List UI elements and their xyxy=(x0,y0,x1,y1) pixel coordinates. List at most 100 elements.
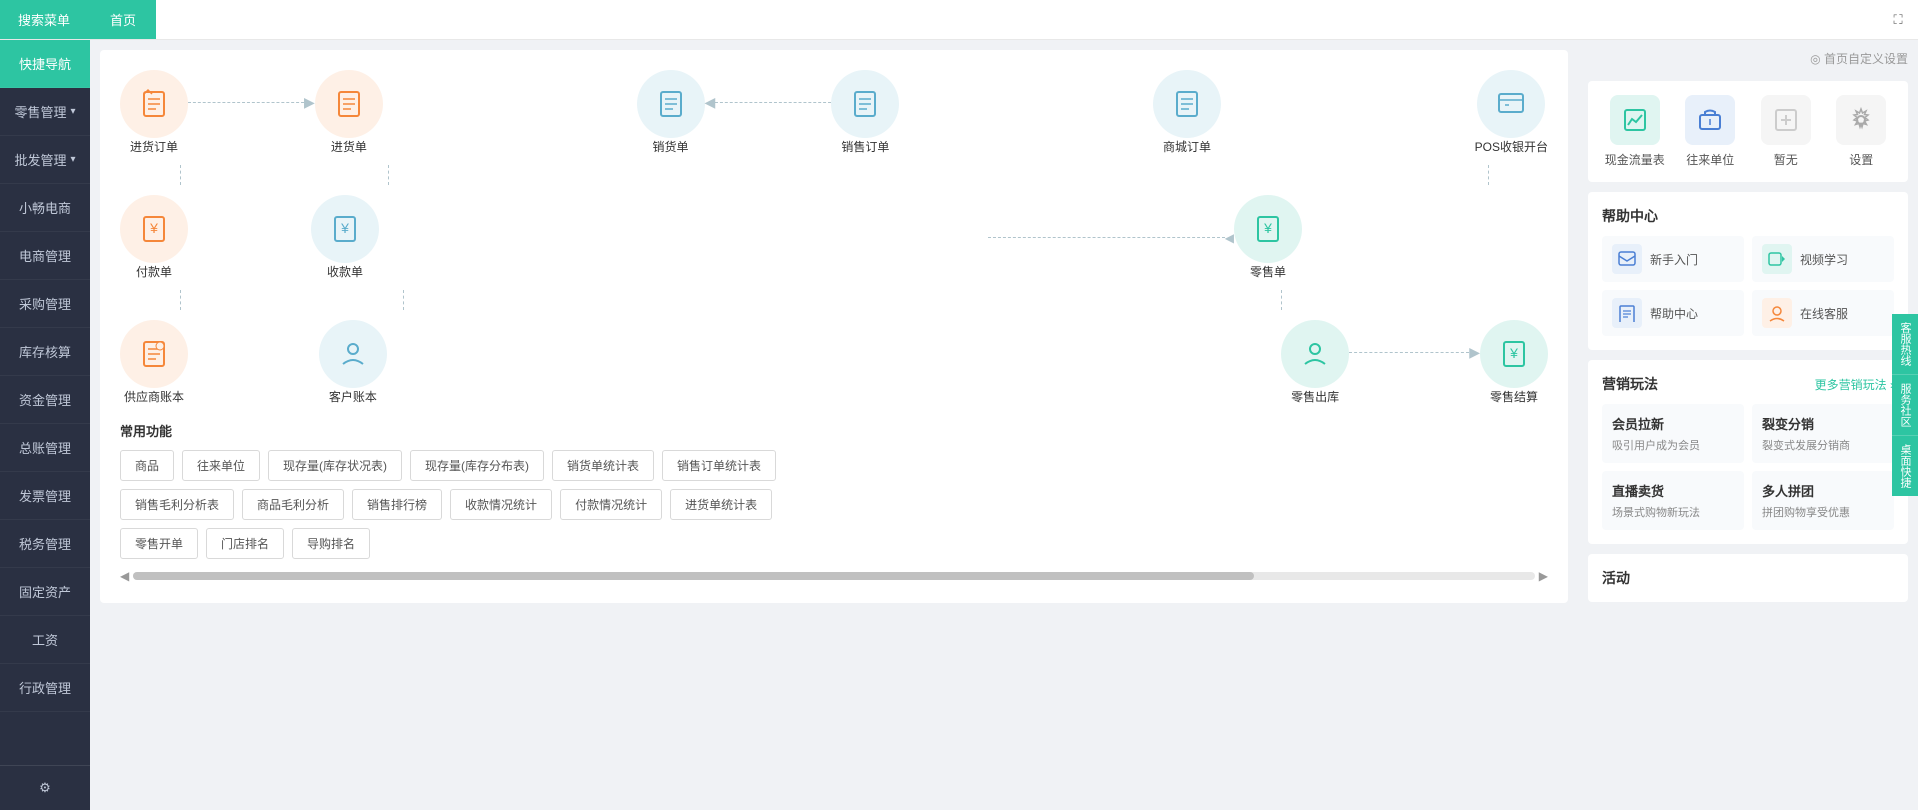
hc-service[interactable]: 在线客服 xyxy=(1752,290,1894,336)
sidebar-item-ledger[interactable]: 总账管理 xyxy=(0,424,90,472)
search-menu-button[interactable]: 搜索菜单 xyxy=(0,0,90,39)
receipt-icon: ¥ xyxy=(311,195,379,263)
flow-row-2: ¥ 付款单 ¥ 收款单 xyxy=(120,195,1548,280)
home-tab[interactable]: 首页 xyxy=(90,0,156,39)
float-btn-community[interactable]: 服务社区 xyxy=(1892,375,1918,436)
retail-settle-icon: ¥ xyxy=(1480,320,1548,388)
flow-node-payment[interactable]: ¥ 付款单 xyxy=(120,195,188,280)
hc-help[interactable]: 帮助中心 xyxy=(1602,290,1744,336)
supplier-account-label: 供应商账本 xyxy=(124,388,184,405)
sidebar-item-admin[interactable]: 行政管理 xyxy=(0,664,90,712)
mkt-group-desc: 拼团购物享受优惠 xyxy=(1762,504,1884,520)
sidebar-item-ecommerce-small[interactable]: 小畅电商 xyxy=(0,184,90,232)
qi-empty[interactable]: 暂无 xyxy=(1753,95,1819,168)
qi-settings[interactable]: 设置 xyxy=(1829,95,1895,168)
qi-cashflow[interactable]: 现金流量表 xyxy=(1602,95,1668,168)
cf-btn-units[interactable]: 往来单位 xyxy=(182,450,260,481)
content-area: 进货订单 ▶ 进货单 xyxy=(90,40,1918,810)
sidebar-item-assets[interactable]: 固定资产 xyxy=(0,568,90,616)
flow-node-purchase-order[interactable]: 进货订单 xyxy=(120,70,188,155)
flow-node-retail[interactable]: ¥ 零售单 xyxy=(1234,195,1302,280)
video-icon xyxy=(1762,244,1792,274)
mkt-member-desc: 吸引用户成为会员 xyxy=(1612,437,1734,453)
flow-node-sale[interactable]: 销货单 xyxy=(637,70,705,155)
cf-btn-stock-dist[interactable]: 现存量(库存分布表) xyxy=(410,450,544,481)
scrollbar: ◀ ▶ xyxy=(120,569,1548,583)
cf-btn-purchase-stat[interactable]: 进货单统计表 xyxy=(670,489,772,520)
flow-node-retail-settle[interactable]: ¥ 零售结算 xyxy=(1480,320,1548,405)
sidebar-item-quick-nav[interactable]: 快捷导航 xyxy=(0,40,90,88)
sidebar-item-inventory[interactable]: 库存核算 xyxy=(0,328,90,376)
sidebar-item-tax[interactable]: 税务管理 xyxy=(0,520,90,568)
flow-node-customer-account[interactable]: 客户账本 xyxy=(319,320,387,405)
cf-btn-goods-profit[interactable]: 商品毛利分析 xyxy=(242,489,344,520)
chevron-down-icon: ▾ xyxy=(70,106,75,117)
flow-node-supplier-account[interactable]: 供应商账本 xyxy=(120,320,188,405)
sale-label: 销货单 xyxy=(652,138,688,155)
flow-node-retail-out[interactable]: 零售出库 xyxy=(1281,320,1349,405)
cf-btn-stock-status[interactable]: 现存量(库存状况表) xyxy=(268,450,402,481)
cf-btn-sale-stat[interactable]: 销货单统计表 xyxy=(552,450,654,481)
marketing-panel: 营销玩法 更多营销玩法 › 会员拉新 吸引用户成为会员 裂变分销 裂变式发展分销… xyxy=(1588,360,1908,544)
quick-nav-box: 进货订单 ▶ 进货单 xyxy=(100,50,1568,603)
retail-icon: ¥ xyxy=(1234,195,1302,263)
cf-btn-sales-order-stat[interactable]: 销售订单统计表 xyxy=(662,450,776,481)
sidebar-item-ecommerce[interactable]: 电商管理 xyxy=(0,232,90,280)
cf-btn-store-rank[interactable]: 门店排名 xyxy=(206,528,284,559)
svg-text:¥: ¥ xyxy=(1509,345,1518,361)
mkt-header: 营销玩法 更多营销玩法 › xyxy=(1602,374,1894,394)
sidebar-item-retail[interactable]: 零售管理 ▾ xyxy=(0,88,90,136)
qi-units[interactable]: 往来单位 xyxy=(1678,95,1744,168)
mkt-more-link[interactable]: 更多营销玩法 › xyxy=(1815,376,1894,393)
svg-text:¥: ¥ xyxy=(1263,220,1272,236)
sidebar-item-wholesale[interactable]: 批发管理 ▾ xyxy=(0,136,90,184)
retail-label: 零售单 xyxy=(1250,263,1286,280)
mkt-member[interactable]: 会员拉新 吸引用户成为会员 xyxy=(1602,404,1744,463)
mkt-live[interactable]: 直播卖货 场景式购物新玩法 xyxy=(1602,471,1744,530)
cf-btn-payment-stat[interactable]: 付款情况统计 xyxy=(560,489,662,520)
flow-node-pos[interactable]: POS收银开台 xyxy=(1475,70,1548,155)
float-btn-desktop[interactable]: 桌面快捷 xyxy=(1892,436,1918,496)
mkt-group[interactable]: 多人拼团 拼团购物享受优惠 xyxy=(1752,471,1894,530)
float-btn-hotline[interactable]: 客服热线 xyxy=(1892,314,1918,375)
scroll-left-arrow[interactable]: ◀ xyxy=(120,569,129,583)
scroll-track[interactable] xyxy=(133,572,1535,580)
quick-icons-panel: 现金流量表 往来单位 暂无 xyxy=(1588,81,1908,182)
sidebar-item-purchase[interactable]: 采购管理 xyxy=(0,280,90,328)
sales-order-icon xyxy=(831,70,899,138)
main-panel: 进货订单 ▶ 进货单 xyxy=(90,40,1578,810)
cf-btn-receipt-stat[interactable]: 收款情况统计 xyxy=(450,489,552,520)
arrow-1-2: ▶ xyxy=(188,94,315,111)
sidebar-item-finance[interactable]: 资金管理 xyxy=(0,376,90,424)
qi-units-label: 往来单位 xyxy=(1686,151,1734,168)
expand-icon[interactable]: ⛶ xyxy=(1888,10,1908,30)
flow-node-sales-order[interactable]: 销售订单 xyxy=(831,70,899,155)
sidebar-item-salary[interactable]: 工资 xyxy=(0,616,90,664)
flow-node-receipt[interactable]: ¥ 收款单 xyxy=(311,195,379,280)
right-panel: ◎ 首页自定义设置 现金流量表 往来单位 xyxy=(1578,40,1918,810)
cf-btn-sale-profit[interactable]: 销售毛利分析表 xyxy=(120,489,234,520)
cf-btn-guide-rank[interactable]: 导购排名 xyxy=(292,528,370,559)
pos-label: POS收银开台 xyxy=(1475,138,1548,155)
receipt-label: 收款单 xyxy=(327,263,363,280)
sidebar-gear-icon[interactable]: ⚙ xyxy=(0,766,90,810)
home-customize-link[interactable]: ◎ 首页自定义设置 xyxy=(1588,50,1908,67)
hc-video[interactable]: 视频学习 xyxy=(1752,236,1894,282)
flow-node-mall-order[interactable]: 商城订单 xyxy=(1153,70,1221,155)
purchase-label: 进货单 xyxy=(331,138,367,155)
pos-icon xyxy=(1477,70,1545,138)
scroll-right-arrow[interactable]: ▶ xyxy=(1539,569,1548,583)
flow-node-purchase[interactable]: 进货单 xyxy=(315,70,383,155)
help-center-panel: 帮助中心 新手入门 视频学习 xyxy=(1588,192,1908,350)
cf-btn-sale-rank[interactable]: 销售排行榜 xyxy=(352,489,442,520)
cf-btn-goods[interactable]: 商品 xyxy=(120,450,174,481)
home-customize-label: 首页自定义设置 xyxy=(1824,50,1908,67)
hc-grid: 新手入门 视频学习 帮助中心 xyxy=(1602,236,1894,336)
hc-title: 帮助中心 xyxy=(1602,206,1894,226)
mkt-fission[interactable]: 裂变分销 裂变式发展分销商 xyxy=(1752,404,1894,463)
sidebar-item-invoice[interactable]: 发票管理 xyxy=(0,472,90,520)
hc-beginner[interactable]: 新手入门 xyxy=(1602,236,1744,282)
service-icon xyxy=(1762,298,1792,328)
cf-btn-retail-order[interactable]: 零售开单 xyxy=(120,528,198,559)
float-buttons: 客服热线 服务社区 桌面快捷 xyxy=(1892,314,1918,496)
